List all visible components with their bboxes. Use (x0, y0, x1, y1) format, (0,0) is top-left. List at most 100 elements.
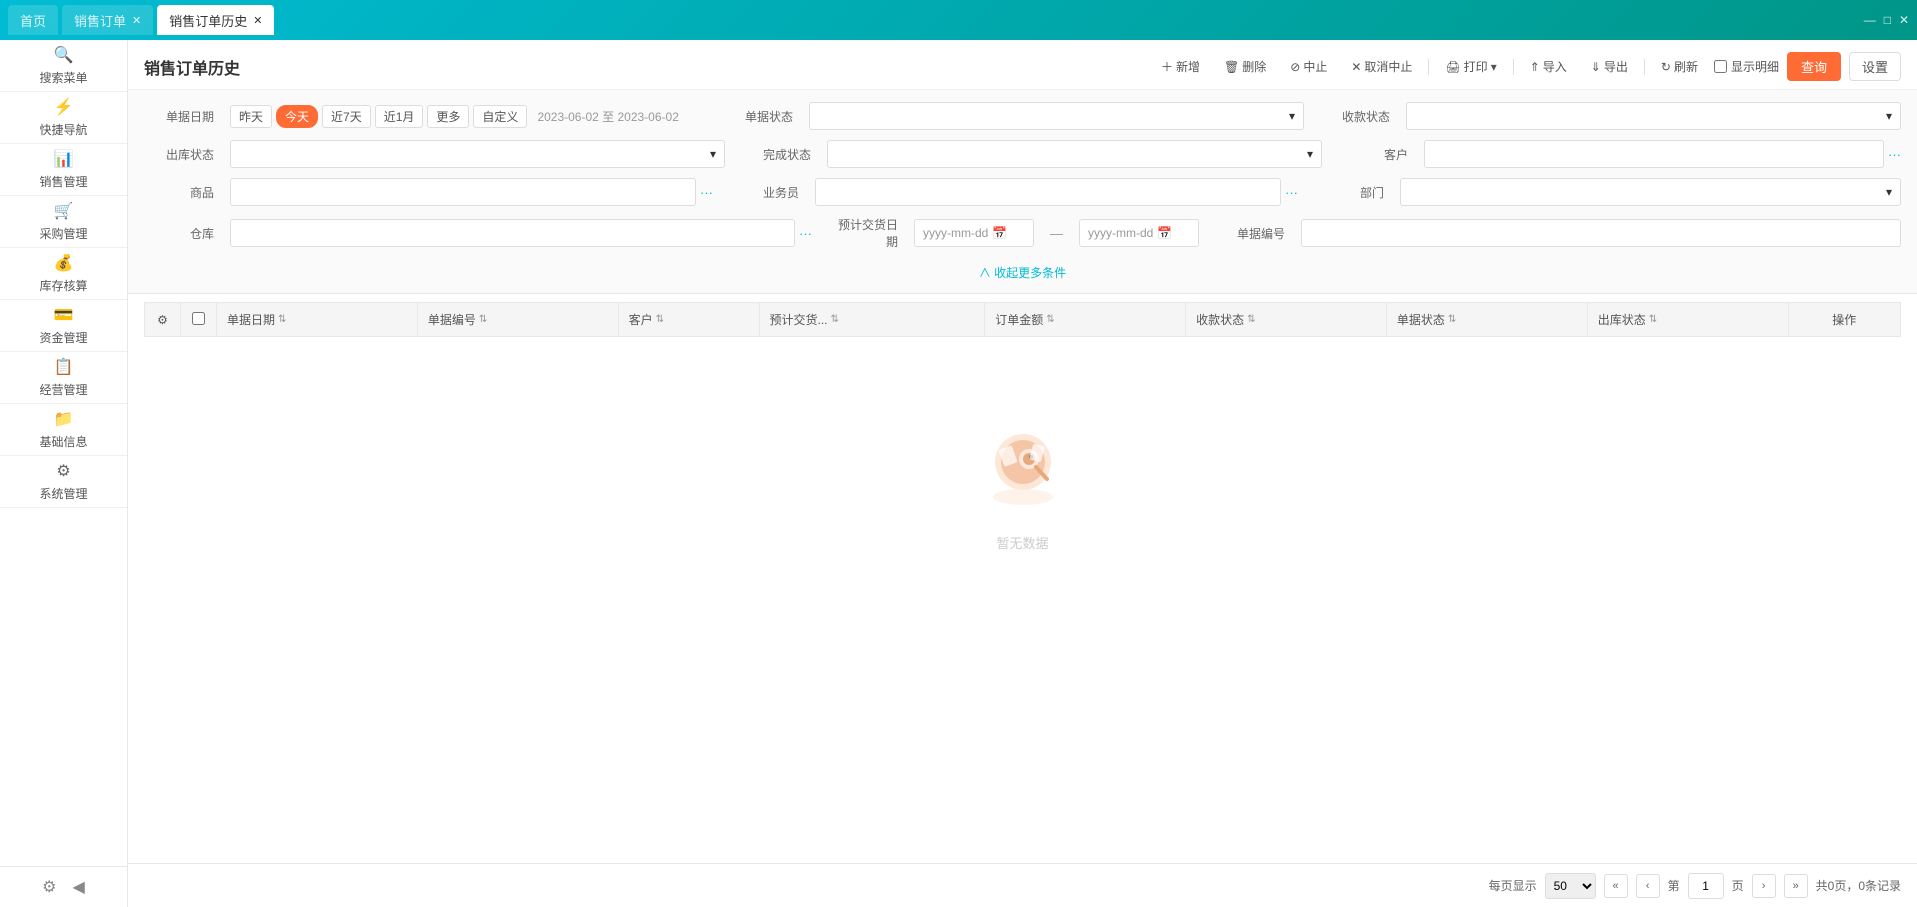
tab-sales-order-history-close[interactable]: ✕ (253, 14, 262, 27)
sidebar-item-operation-mgmt-label: 经营管理 (39, 381, 87, 398)
footer-pagination: 每页显示 50 10 20 100 « ‹ 第 页 › » 共0页，0条记录 (128, 863, 1917, 907)
sidebar-item-basic-info-label: 基础信息 (39, 433, 87, 450)
window-max-btn[interactable]: □ (1884, 13, 1891, 27)
warehouse-input[interactable] (230, 219, 795, 247)
sidebar-collapse-icon[interactable]: ◀ (73, 877, 85, 897)
receipt-status-label: 收款状态 (1320, 108, 1390, 125)
customer-ellipsis[interactable]: ··· (1888, 147, 1901, 162)
print-button[interactable]: 🖨 打印 ▾ (1437, 54, 1504, 79)
date-btn-7days[interactable]: 近7天 (322, 105, 371, 128)
th-date[interactable]: 单据日期⇅ (217, 303, 418, 337)
new-icon: ＋ (1161, 58, 1173, 75)
first-page-btn[interactable]: « (1604, 874, 1628, 898)
completion-select[interactable]: ▾ (827, 140, 1322, 168)
th-customer[interactable]: 客户⇅ (618, 303, 759, 337)
page-number-input[interactable] (1688, 873, 1724, 899)
sidebar-item-quick-nav[interactable]: ⚡ 快捷导航 (0, 92, 127, 144)
th-receipt-status[interactable]: 收款状态⇅ (1186, 303, 1387, 337)
sidebar-item-search-menu-label: 搜索菜单 (39, 69, 87, 86)
sidebar-item-capital-mgmt[interactable]: 💳 资金管理 (0, 300, 127, 352)
th-receipt-status-label: 收款状态 (1196, 311, 1244, 328)
sort-delivery-icon: ⇅ (831, 314, 839, 325)
new-button[interactable]: ＋ 新增 (1153, 54, 1208, 79)
export-button[interactable]: ⇓ 导出 (1583, 54, 1636, 79)
import-button[interactable]: ⇑ 导入 (1522, 54, 1575, 79)
last-page-btn[interactable]: » (1784, 874, 1808, 898)
filter-row-2: 出库状态 ▾ 完成状态 ▾ 客户 ··· (144, 140, 1901, 168)
order-no-input[interactable] (1301, 219, 1901, 247)
print-label: 打印 (1464, 58, 1488, 75)
select-all-checkbox[interactable] (192, 312, 205, 325)
th-gear[interactable]: ⚙ (145, 303, 181, 337)
order-status-select[interactable]: ▾ (809, 102, 1304, 130)
date-btn-1month[interactable]: 近1月 (375, 105, 424, 128)
collapse-bar[interactable]: ∧ 收起更多条件 (144, 260, 1901, 281)
sort-customer-icon: ⇅ (656, 314, 664, 325)
top-bar: 首页 销售订单 ✕ 销售订单历史 ✕ — □ ✕ (0, 0, 1917, 40)
settings-button[interactable]: 设置 (1849, 52, 1901, 81)
next-page-btn[interactable]: › (1752, 874, 1776, 898)
data-table: ⚙ 单据日期⇅ 单据编号⇅ 客户⇅ 预计交货...⇅ (144, 302, 1901, 632)
window-min-btn[interactable]: — (1864, 13, 1876, 27)
window-close-btn[interactable]: ✕ (1899, 13, 1909, 27)
delivery-date-from[interactable]: yyyy-mm-dd 📅 (914, 219, 1034, 247)
salesperson-input[interactable] (815, 178, 1281, 206)
customer-input[interactable] (1424, 140, 1884, 168)
page-size-label: 每页显示 (1489, 877, 1537, 894)
cancel-stop-button[interactable]: ✕ 取消中止 (1343, 54, 1420, 79)
capital-mgmt-icon: 💳 (54, 305, 74, 325)
th-checkbox[interactable] (181, 303, 217, 337)
page-unit: 页 (1732, 877, 1744, 894)
date-btn-custom[interactable]: 自定义 (473, 105, 527, 128)
th-outbound-status-label: 出库状态 (1598, 311, 1646, 328)
sidebar-item-search-menu[interactable]: 🔍 搜索菜单 (0, 40, 127, 92)
tab-home[interactable]: 首页 (8, 5, 58, 35)
show-detail-label: 显示明细 (1731, 58, 1779, 75)
show-detail-checkbox[interactable]: 显示明细 (1714, 58, 1779, 75)
sidebar-settings-icon[interactable]: ⚙ (42, 877, 56, 897)
date-btn-more[interactable]: 更多 (427, 105, 469, 128)
sidebar-item-inventory-check[interactable]: 💰 库存核算 (0, 248, 127, 300)
sidebar-item-sales-mgmt[interactable]: 📊 销售管理 (0, 144, 127, 196)
sort-receipt-icon: ⇅ (1247, 314, 1255, 325)
warehouse-ellipsis[interactable]: ··· (799, 226, 812, 241)
th-expected-delivery[interactable]: 预计交货...⇅ (759, 303, 985, 337)
tab-sales-order-history[interactable]: 销售订单历史 ✕ (157, 5, 274, 35)
table-header: ⚙ 单据日期⇅ 单据编号⇅ 客户⇅ 预计交货...⇅ (145, 303, 1901, 337)
product-ellipsis[interactable]: ··· (700, 185, 713, 200)
sidebar-item-operation-mgmt[interactable]: 📋 经营管理 (0, 352, 127, 404)
date-btn-yesterday[interactable]: 昨天 (230, 105, 272, 128)
receipt-status-select[interactable]: ▾ (1406, 102, 1901, 130)
page-size-select[interactable]: 50 10 20 100 (1545, 873, 1596, 899)
sidebar-item-basic-info[interactable]: 📁 基础信息 (0, 404, 127, 456)
delete-button[interactable]: 🗑 删除 (1216, 54, 1274, 79)
th-operation: 操作 (1788, 303, 1900, 337)
prev-page-btn[interactable]: ‹ (1636, 874, 1660, 898)
product-input[interactable] (230, 178, 696, 206)
date-btn-today[interactable]: 今天 (276, 105, 318, 128)
th-order-status[interactable]: 单据状态⇅ (1386, 303, 1587, 337)
sidebar-item-sys-mgmt[interactable]: ⚙ 系统管理 (0, 456, 127, 508)
salesperson-ellipsis[interactable]: ··· (1285, 185, 1298, 200)
outbound-label: 出库状态 (144, 146, 214, 163)
sidebar-item-purchase-mgmt[interactable]: 🛒 采购管理 (0, 196, 127, 248)
sidebar-bottom: ⚙ ◀ (0, 866, 127, 907)
tab-sales-order-label: 销售订单 (74, 11, 126, 30)
quick-nav-icon: ⚡ (54, 97, 74, 117)
show-detail-input[interactable] (1714, 60, 1727, 73)
stop-button[interactable]: ⊘ 中止 (1282, 54, 1335, 79)
query-button[interactable]: 查询 (1787, 52, 1841, 81)
outbound-select[interactable]: ▾ (230, 140, 725, 168)
dept-select[interactable]: ▾ (1400, 178, 1901, 206)
customer-label: 客户 (1338, 146, 1408, 163)
order-status-label: 单据状态 (723, 108, 793, 125)
new-label: 新增 (1176, 58, 1200, 75)
refresh-button[interactable]: ↻ 刷新 (1653, 54, 1706, 79)
tab-sales-order-close[interactable]: ✕ (132, 14, 141, 27)
th-order-no[interactable]: 单据编号⇅ (417, 303, 618, 337)
tab-sales-order[interactable]: 销售订单 ✕ (62, 5, 153, 35)
th-amount[interactable]: 订单金额⇅ (985, 303, 1186, 337)
delete-label: 删除 (1242, 58, 1266, 75)
delivery-date-to[interactable]: yyyy-mm-dd 📅 (1079, 219, 1199, 247)
th-outbound-status[interactable]: 出库状态⇅ (1587, 303, 1788, 337)
